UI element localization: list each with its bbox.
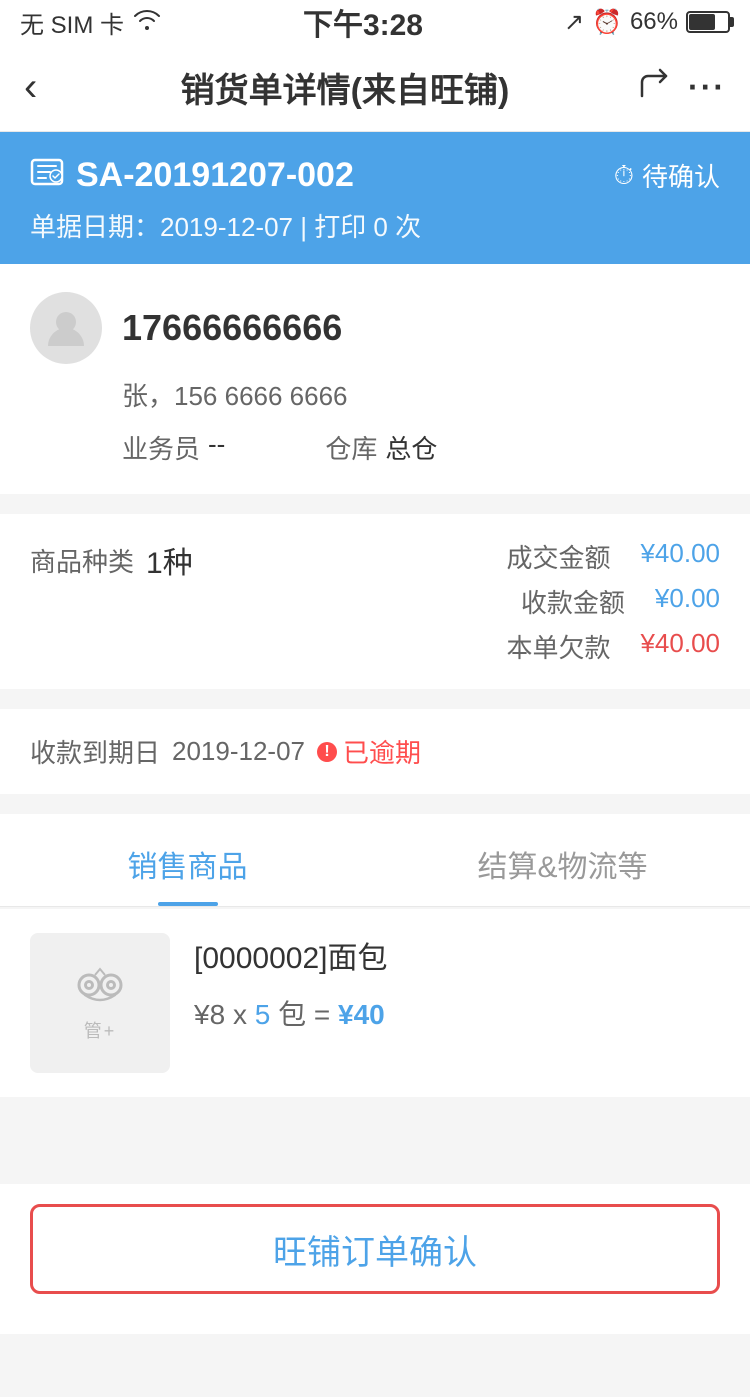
clock-icon: ⏱ [614,160,634,192]
tab-sales[interactable]: 销售商品 [0,814,375,906]
debt-amount-label: 本单欠款 [506,628,610,665]
equals-sign: = [314,999,338,1030]
product-types-value: 1种 [146,538,193,582]
payment-amount-value: ¥0.00 [655,583,720,620]
avatar [30,292,102,364]
tab-settlement[interactable]: 结算&物流等 [375,814,750,906]
customer-name: 张，156 6666 6666 [122,376,720,413]
deal-amount-row: 成交金额 ¥40.00 [506,538,720,575]
due-date-label: 收款到期日 [30,733,160,770]
alarm-icon: ⏰ [592,8,622,37]
status-bar: 无 SIM 卡 下午3:28 ↗ ⏰ 66% [0,0,750,44]
product-types-field: 商品种类 1种 [30,538,193,582]
product-thumb-inner: 管+ [65,963,135,1043]
confirm-order-button[interactable]: 旺铺订单确认 [30,1204,720,1294]
due-section: 收款到期日 2019-12-07 ! 已逾期 [0,709,750,794]
summary-right: 成交金额 ¥40.00 收款金额 ¥0.00 本单欠款 ¥40.00 [506,538,720,665]
order-icon [30,158,64,194]
summary-section: 商品种类 1种 成交金额 ¥40.00 收款金额 ¥0.00 本单欠款 ¥40.… [0,514,750,689]
order-date: 单据日期：2019-12-07 | 打印 0 次 [30,207,720,244]
overdue-badge: ! 已逾期 [317,733,421,770]
tab-sales-label: 销售商品 [128,851,248,884]
product-unit: 包 [278,999,306,1030]
overdue-dot: ! [317,742,337,762]
product-types-label: 商品种类 [30,542,134,579]
nav-bar: ‹ 销货单详情(来自旺铺) ··· [0,44,750,132]
back-icon: ‹ [24,65,37,110]
tabs-container: 销售商品 结算&物流等 [0,814,750,907]
debt-amount-row: 本单欠款 ¥40.00 [506,628,720,665]
order-header-banner: SA-20191207-002 ⏱ 待确认 单据日期：2019-12-07 | … [0,132,750,264]
product-name: [0000002]面包 [194,933,720,977]
summary-left: 商品种类 1种 [30,538,193,582]
customer-phone: 17666666666 [122,307,342,349]
status-left: 无 SIM 卡 [20,5,162,40]
deal-amount-label: 成交金额 [506,538,610,575]
more-icon[interactable]: ··· [688,69,726,106]
salesperson-value: -- [208,429,225,466]
multiply-sign: x [233,999,255,1030]
tab-settlement-label: 结算&物流等 [477,851,647,884]
product-total: ¥40 [338,999,385,1030]
salesperson-label: 业务员 [122,429,200,466]
share-icon[interactable] [636,68,668,108]
carrier-label: 无 SIM 卡 [20,5,124,40]
status-right: ↗ ⏰ 66% [564,8,730,37]
payment-amount-label: 收款金额 [521,583,625,620]
product-item: 管+ [0000002]面包 ¥8 x 5 包 = ¥40 [30,933,720,1073]
warehouse-label: 仓库 [325,429,377,466]
due-date-value: 2019-12-07 [172,736,305,767]
warehouse-field: 仓库 总仓 [325,429,437,466]
status-time: 下午3:28 [303,0,423,44]
battery-icon [686,11,730,33]
customer-section: 17666666666 张，156 6666 6666 业务员 -- 仓库 总仓 [0,264,750,494]
order-status: ⏱ 待确认 [614,157,720,194]
customer-row: 17666666666 [30,292,720,364]
order-header-top: SA-20191207-002 ⏱ 待确认 [30,156,720,195]
deal-amount-value: ¥40.00 [640,538,720,575]
product-info: [0000002]面包 ¥8 x 5 包 = ¥40 [194,933,720,1033]
back-button[interactable]: ‹ [24,65,84,110]
brand-text: 管+ [84,1017,117,1043]
bottom-bar: 旺铺订单确认 [0,1184,750,1334]
salesperson-field: 业务员 -- [122,429,225,466]
unit-price: ¥8 [194,999,225,1030]
debt-amount-value: ¥40.00 [640,628,720,665]
payment-amount-row: 收款金额 ¥0.00 [521,583,720,620]
overdue-text: 已逾期 [343,733,421,770]
nav-actions: ··· [606,68,726,108]
battery-percent: 66% [630,8,678,36]
order-id-text: SA-20191207-002 [76,156,354,195]
warehouse-value: 总仓 [385,429,437,466]
product-section: 管+ [0000002]面包 ¥8 x 5 包 = ¥40 [0,909,750,1097]
order-status-text: 待确认 [642,157,720,194]
product-price: ¥8 x 5 包 = ¥40 [194,993,720,1033]
customer-meta: 业务员 -- 仓库 总仓 [122,429,720,466]
order-id: SA-20191207-002 [30,156,354,195]
product-thumbnail: 管+ [30,933,170,1073]
location-icon: ↗ [564,8,584,37]
wifi-icon [132,8,162,37]
product-quantity: 5 [255,999,271,1030]
page-title: 销货单详情(来自旺铺) [84,63,606,112]
